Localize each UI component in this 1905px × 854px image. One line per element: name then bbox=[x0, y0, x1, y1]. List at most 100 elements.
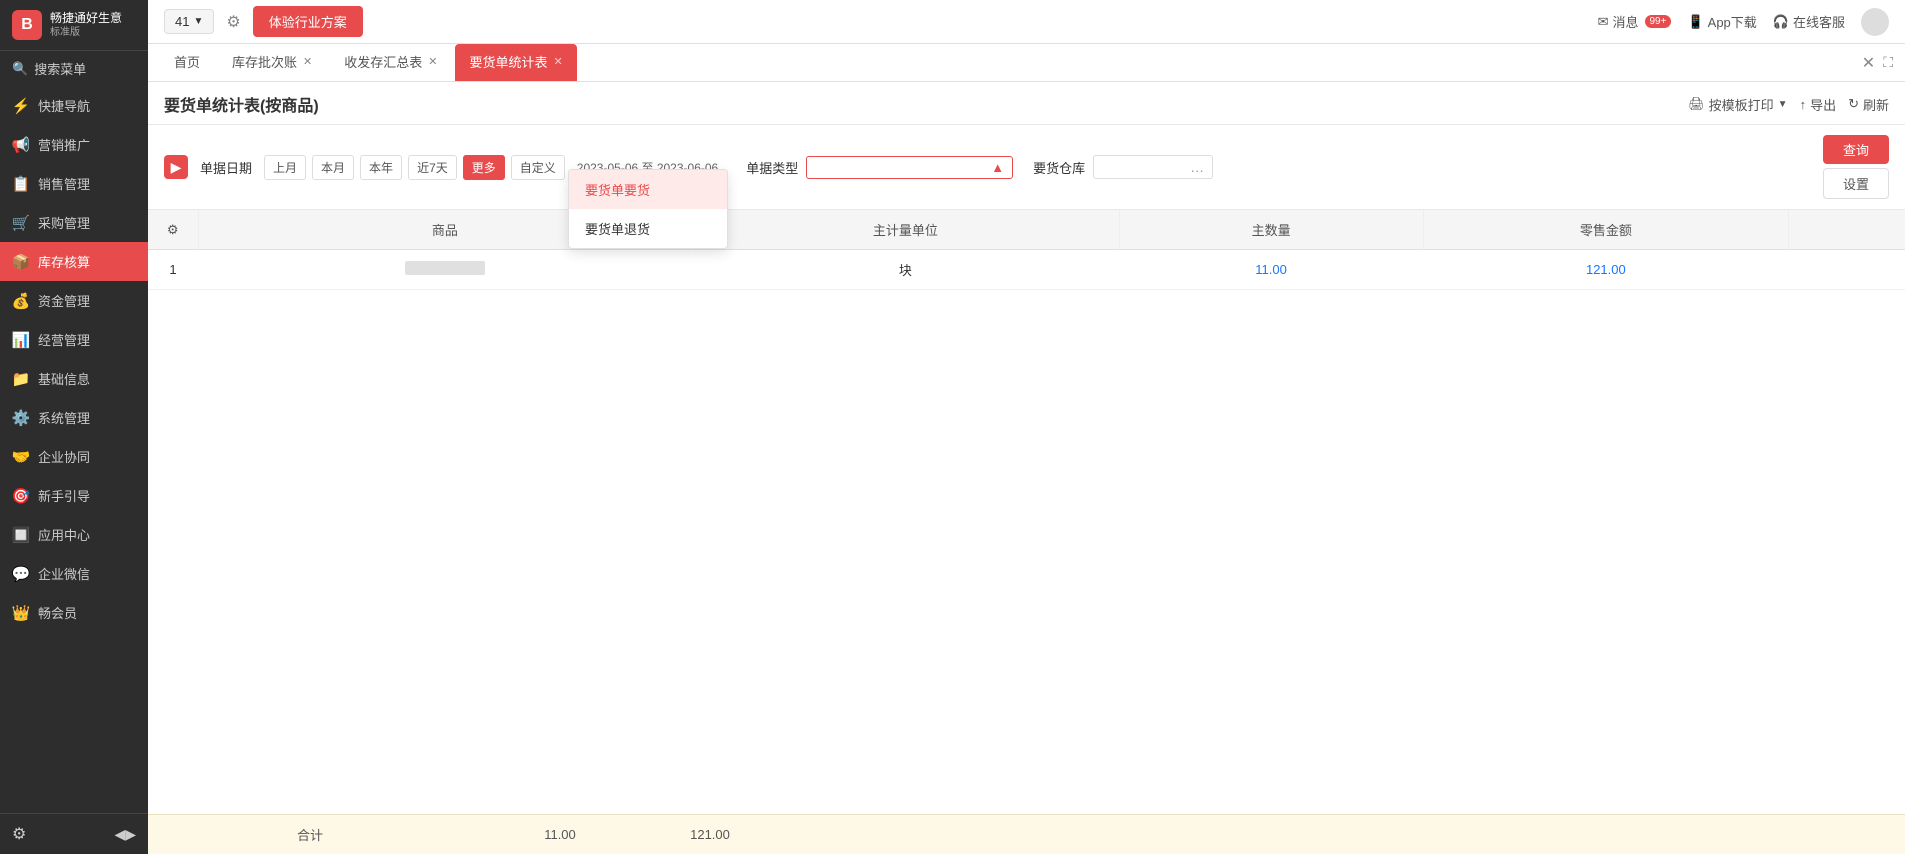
messages-badge: 99+ bbox=[1645, 15, 1672, 28]
page-actions: 🖨 按模板打印 ▼ ↑ 导出 ↻ 刷新 bbox=[1688, 95, 1889, 114]
row-extra bbox=[1789, 250, 1905, 290]
col-extra bbox=[1789, 210, 1905, 250]
date-btn-this-month[interactable]: 本月 bbox=[312, 155, 354, 180]
filter-type-group: 单据类型 ▲ bbox=[746, 156, 1013, 179]
date-btn-custom[interactable]: 自定义 bbox=[511, 155, 565, 180]
tab-close-receivable-summary[interactable]: ✕ bbox=[428, 55, 437, 68]
filter-expand-btn[interactable]: ▶ bbox=[164, 155, 188, 179]
refresh-btn[interactable]: ↻ 刷新 bbox=[1848, 95, 1889, 114]
header-right: ✉ 消息 99+ 📱 App下载 🎧 在线客服 bbox=[1598, 8, 1889, 36]
row-index: 1 bbox=[148, 250, 198, 290]
online-service-btn[interactable]: 🎧 在线客服 bbox=[1773, 12, 1845, 31]
sidebar-item-apps[interactable]: 🔲 应用中心 bbox=[0, 515, 148, 554]
enterprise-icon: 🤝 bbox=[12, 448, 30, 466]
page-header: 要货单统计表(按商品) 🖨 按模板打印 ▼ ↑ 导出 ↻ 刷新 bbox=[148, 82, 1905, 125]
sidebar-item-basic[interactable]: 📁 基础信息 bbox=[0, 359, 148, 398]
finance-icon: 💰 bbox=[12, 292, 30, 310]
query-button[interactable]: 查询 bbox=[1823, 135, 1889, 164]
user-avatar[interactable] bbox=[1861, 8, 1889, 36]
tab-inventory-batch[interactable]: 库存批次账 ✕ bbox=[218, 44, 326, 81]
col-unit: 主计量单位 bbox=[692, 210, 1119, 250]
quick-nav-icon: ⚡ bbox=[12, 97, 30, 115]
date-btn-last-month[interactable]: 上月 bbox=[264, 155, 306, 180]
warehouse-filter-input[interactable]: … bbox=[1093, 155, 1213, 179]
tab-order-summary[interactable]: 要货单统计表 ✕ bbox=[455, 44, 576, 81]
type-filter-dropdown: 要货单要货 要货单退货 bbox=[568, 169, 728, 249]
trial-button[interactable]: 体验行业方案 bbox=[253, 6, 363, 37]
headset-icon: 🎧 bbox=[1773, 14, 1789, 30]
warehouse-filter-group: 要货仓库 … bbox=[1033, 155, 1213, 179]
tab-home[interactable]: 首页 bbox=[160, 44, 214, 81]
sidebar-search[interactable]: 🔍 搜索菜单 bbox=[0, 51, 148, 86]
sidebar-item-finance[interactable]: 💰 资金管理 bbox=[0, 281, 148, 320]
sidebar-item-wechat[interactable]: 💬 企业微信 bbox=[0, 554, 148, 593]
settings-gear-icon[interactable]: ⚙ bbox=[226, 12, 240, 32]
search-icon: 🔍 bbox=[12, 61, 28, 77]
dropdown-item-order-return[interactable]: 要货单退货 bbox=[569, 209, 727, 248]
tab-close-all-icon[interactable]: ✕ bbox=[1862, 53, 1875, 73]
sidebar-item-member[interactable]: 👑 畅会员 bbox=[0, 593, 148, 632]
filter-bar: ▶ 单据日期 上月 本月 本年 近7天 更多 自定义 2023-05-06 至 … bbox=[148, 125, 1905, 210]
row-product bbox=[198, 250, 692, 290]
col-qty: 主数量 bbox=[1119, 210, 1423, 250]
set-button[interactable]: 设置 bbox=[1823, 168, 1889, 199]
tabs-bar: 首页 库存批次账 ✕ 收发存汇总表 ✕ 要货单统计表 ✕ ✕ ⛶ bbox=[148, 44, 1905, 82]
row-unit: 块 bbox=[692, 250, 1119, 290]
tab-maximize-icon[interactable]: ⛶ bbox=[1883, 54, 1893, 71]
footer-total-qty: 11.00 bbox=[500, 827, 620, 842]
col-amount: 零售金额 bbox=[1423, 210, 1789, 250]
row-amount[interactable]: 121.00 bbox=[1423, 250, 1789, 290]
tab-close-inventory-batch[interactable]: ✕ bbox=[303, 55, 312, 68]
top-header: 41 ▼ ⚙ 体验行业方案 ✉ 消息 99+ 📱 App下载 🎧 在线客服 bbox=[148, 0, 1905, 44]
date-filter-group: 上月 本月 本年 近7天 更多 自定义 bbox=[264, 155, 565, 180]
sidebar-item-purchase[interactable]: 🛒 采购管理 bbox=[0, 203, 148, 242]
store-name: 41 bbox=[175, 14, 189, 29]
data-table: ⚙ 商品 主计量单位 主数量 零售金额 1 块 bbox=[148, 210, 1905, 290]
date-btn-more[interactable]: 更多 bbox=[463, 155, 505, 180]
type-filter-chevron[interactable]: ▲ bbox=[991, 160, 1004, 175]
date-filter-label: 单据日期 bbox=[200, 158, 252, 177]
store-dropdown-icon: ▼ bbox=[193, 16, 203, 27]
member-icon: 👑 bbox=[12, 604, 30, 622]
sidebar-item-operations[interactable]: 📊 经营管理 bbox=[0, 320, 148, 359]
sidebar-item-quick-nav[interactable]: ⚡ 快捷导航 bbox=[0, 86, 148, 125]
sidebar-collapse-btn[interactable]: ◀▶ bbox=[114, 826, 136, 843]
export-icon: ↑ bbox=[1800, 97, 1807, 112]
app-download-btn[interactable]: 📱 App下载 bbox=[1687, 12, 1756, 31]
dropdown-item-order-goods[interactable]: 要货单要货 bbox=[569, 170, 727, 209]
type-filter-input-wrapper: ▲ bbox=[806, 156, 1013, 179]
inventory-icon: 📦 bbox=[12, 253, 30, 271]
product-placeholder bbox=[405, 261, 485, 275]
sidebar-item-guide[interactable]: 🎯 新手引导 bbox=[0, 476, 148, 515]
sidebar-item-marketing[interactable]: 📢 营销推广 bbox=[0, 125, 148, 164]
app-download-icon: 📱 bbox=[1687, 14, 1703, 30]
sidebar-item-inventory[interactable]: 📦 库存核算 bbox=[0, 242, 148, 281]
date-btn-7days[interactable]: 近7天 bbox=[408, 155, 457, 180]
print-dropdown-icon: ▼ bbox=[1778, 99, 1788, 110]
app-logo-text: 畅捷通好生意 标准版 bbox=[50, 11, 122, 40]
sidebar-item-enterprise[interactable]: 🤝 企业协同 bbox=[0, 437, 148, 476]
refresh-icon: ↻ bbox=[1848, 96, 1859, 112]
tab-receivable-summary[interactable]: 收发存汇总表 ✕ bbox=[330, 44, 451, 81]
system-icon: ⚙️ bbox=[12, 409, 30, 427]
date-btn-this-year[interactable]: 本年 bbox=[360, 155, 402, 180]
table-area: ⚙ 商品 主计量单位 主数量 零售金额 1 块 bbox=[148, 210, 1905, 814]
sidebar-settings-icon[interactable]: ⚙ bbox=[12, 824, 26, 844]
type-filter-input[interactable] bbox=[815, 160, 991, 175]
print-btn[interactable]: 🖨 按模板打印 ▼ bbox=[1688, 95, 1787, 114]
apps-icon: 🔲 bbox=[12, 526, 30, 544]
sidebar-item-system[interactable]: ⚙️ 系统管理 bbox=[0, 398, 148, 437]
row-qty[interactable]: 11.00 bbox=[1119, 250, 1423, 290]
sidebar-item-sales[interactable]: 📋 销售管理 bbox=[0, 164, 148, 203]
col-settings[interactable]: ⚙ bbox=[148, 210, 198, 250]
wechat-icon: 💬 bbox=[12, 565, 30, 583]
warehouse-filter-label: 要货仓库 bbox=[1033, 158, 1085, 177]
messages-btn[interactable]: ✉ 消息 99+ bbox=[1598, 12, 1672, 31]
export-btn[interactable]: ↑ 导出 bbox=[1800, 95, 1837, 114]
marketing-icon: 📢 bbox=[12, 136, 30, 154]
main-area: 41 ▼ ⚙ 体验行业方案 ✉ 消息 99+ 📱 App下载 🎧 在线客服 bbox=[148, 0, 1905, 854]
store-selector[interactable]: 41 ▼ bbox=[164, 9, 214, 34]
print-icon: 🖨 bbox=[1688, 96, 1705, 112]
tab-close-order-summary[interactable]: ✕ bbox=[554, 55, 563, 68]
sidebar-bottom: ⚙ ◀▶ bbox=[0, 813, 148, 854]
